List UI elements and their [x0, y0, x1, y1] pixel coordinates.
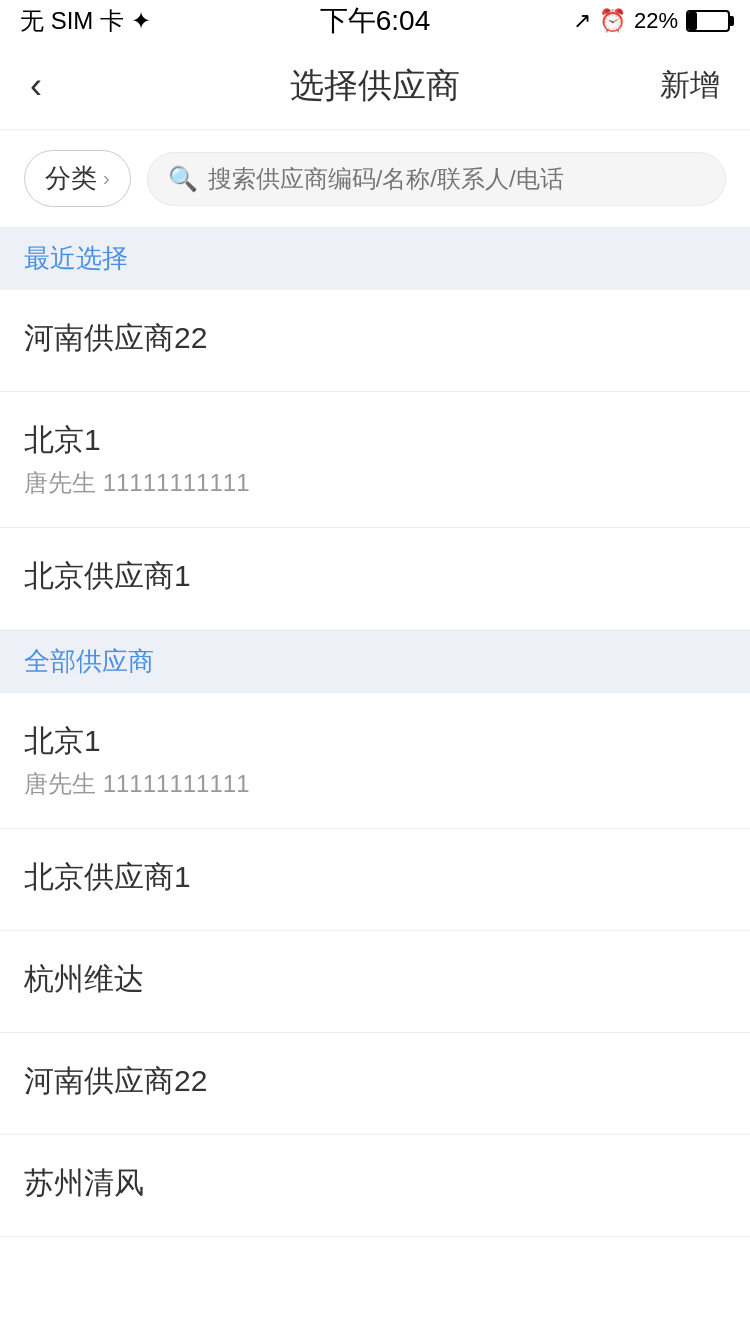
list-item[interactable]: 河南供应商22: [0, 290, 750, 392]
status-left: 无 SIM 卡 ✦: [20, 5, 151, 37]
search-area: 分类 › 🔍: [0, 130, 750, 227]
list-item[interactable]: 苏州清风: [0, 1135, 750, 1237]
item-name: 北京1: [24, 721, 726, 762]
list-item[interactable]: 北京1 唐先生 11111111111: [0, 693, 750, 829]
list-item[interactable]: 河南供应商22: [0, 1033, 750, 1135]
item-name: 北京供应商1: [24, 556, 726, 597]
nav-bar: ‹ 选择供应商 新增: [0, 42, 750, 130]
search-box[interactable]: 🔍: [147, 152, 726, 206]
chevron-right-icon: ›: [103, 167, 110, 190]
sim-status: 无 SIM 卡 ✦: [20, 5, 151, 37]
item-sub: 唐先生 11111111111: [24, 768, 726, 800]
recent-list: 河南供应商22 北京1 唐先生 11111111111 北京供应商1: [0, 290, 750, 630]
all-list: 北京1 唐先生 11111111111 北京供应商1 杭州维达河南供应商22 苏州清风: [0, 693, 750, 1237]
list-item[interactable]: 北京1 唐先生 11111111111: [0, 392, 750, 528]
item-name: 河南供应商22: [24, 1061, 726, 1102]
add-button[interactable]: 新增: [660, 65, 720, 106]
search-icon: 🔍: [168, 165, 198, 193]
item-sub: 唐先生 11111111111: [24, 467, 726, 499]
list-item[interactable]: 北京供应商1: [0, 829, 750, 931]
category-button[interactable]: 分类 ›: [24, 150, 131, 207]
recent-section-label: 最近选择: [24, 243, 128, 273]
list-item[interactable]: 北京供应商1: [0, 528, 750, 630]
item-name: 北京1: [24, 420, 726, 461]
all-section-label: 全部供应商: [24, 646, 154, 676]
status-time: 下午6:04: [320, 2, 431, 40]
page-title: 选择供应商: [290, 63, 460, 109]
battery-percent: 22%: [634, 8, 678, 34]
search-input[interactable]: [208, 165, 705, 193]
category-label: 分类: [45, 161, 97, 196]
all-section-header: 全部供应商: [0, 630, 750, 693]
item-name: 杭州维达: [24, 959, 726, 1000]
back-button[interactable]: ‹: [30, 65, 90, 107]
recent-section-header: 最近选择: [0, 227, 750, 290]
alarm-icon: ⏰: [599, 8, 626, 34]
item-name: 苏州清风: [24, 1163, 726, 1204]
list-item[interactable]: 杭州维达: [0, 931, 750, 1033]
battery-icon: [686, 10, 730, 32]
item-name: 北京供应商1: [24, 857, 726, 898]
status-right: ↗ ⏰ 22%: [573, 8, 730, 34]
status-bar: 无 SIM 卡 ✦ 下午6:04 ↗ ⏰ 22%: [0, 0, 750, 42]
location-icon: ↗: [573, 8, 591, 34]
item-name: 河南供应商22: [24, 318, 726, 359]
